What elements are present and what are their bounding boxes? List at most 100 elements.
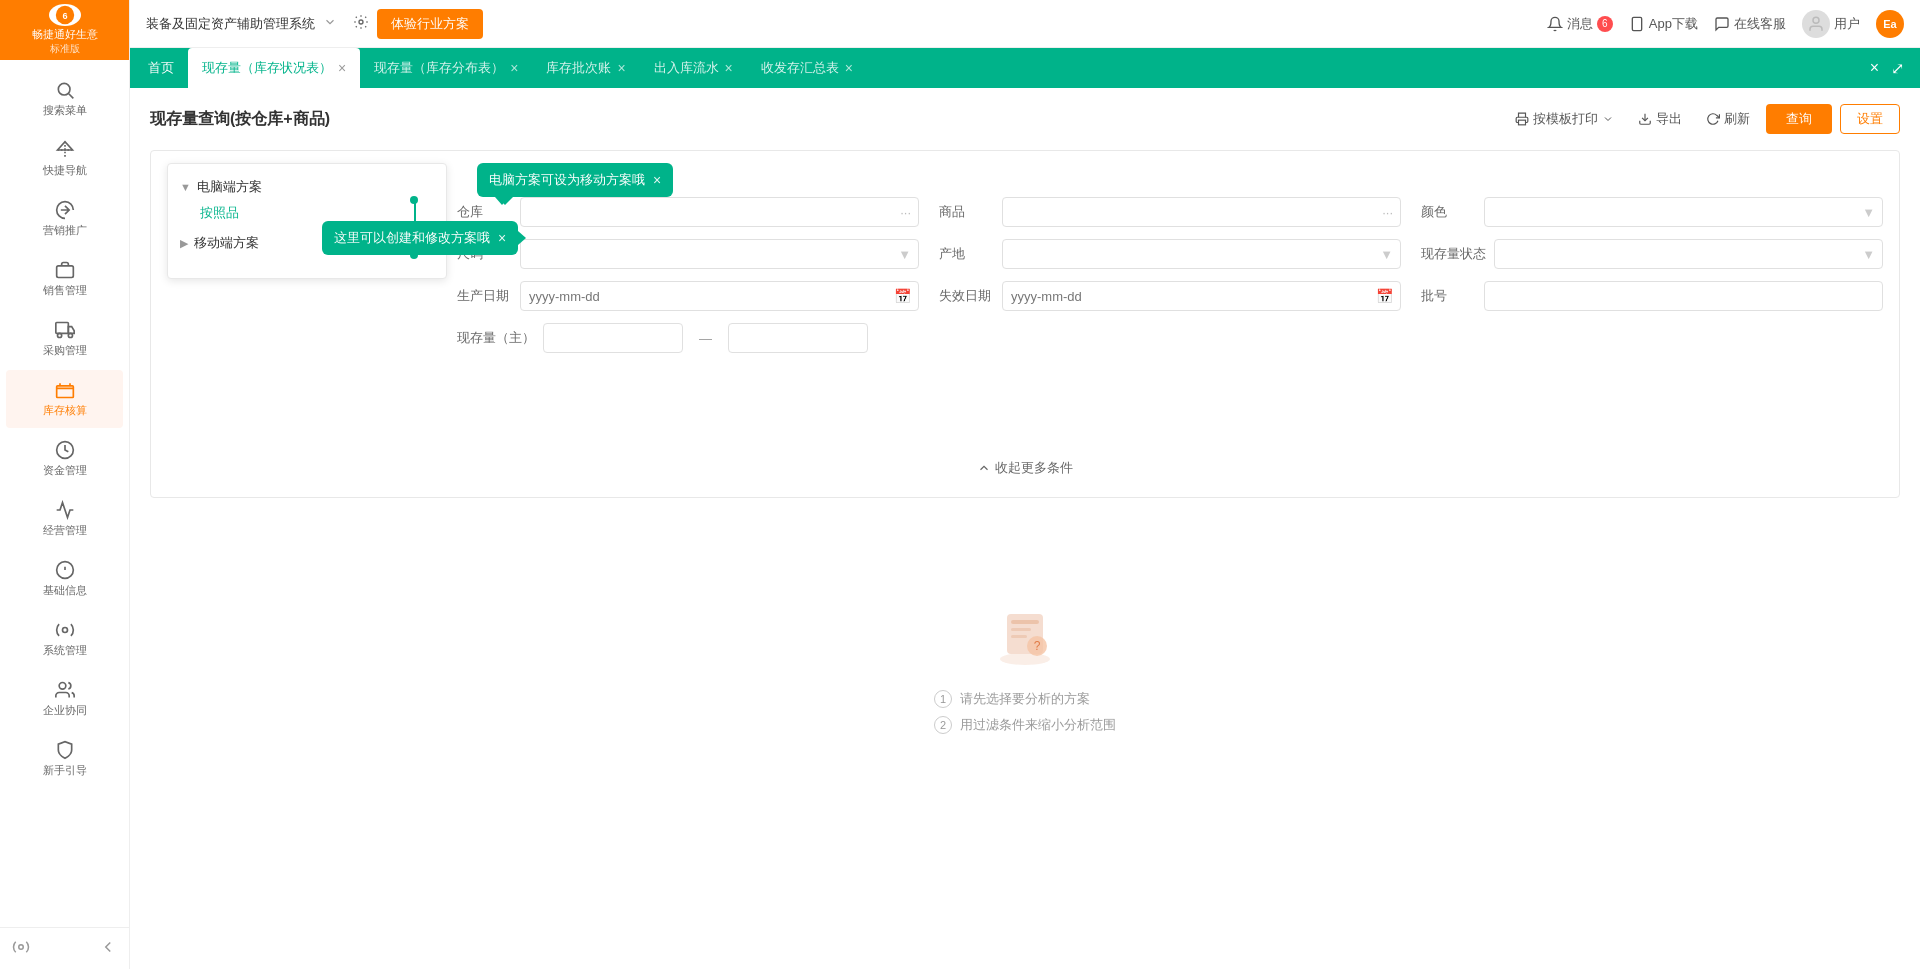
warehouse-dots[interactable]: ···	[900, 205, 911, 220]
expiry-date-calendar-icon[interactable]: 📅	[1376, 288, 1393, 304]
sidebar-item-system-label: 系统管理	[43, 643, 87, 658]
sidebar-nav: 搜索菜单 快捷导航 营销推广 销售管理 采购管理 库存核算 资金管理 经营管理	[0, 60, 129, 927]
online-support-item[interactable]: 在线客服	[1714, 15, 1786, 33]
sidebar: 6 畅捷通好生意 标准版 搜索菜单 快捷导航 营销推广 销售管理 采购管理 库存	[0, 0, 130, 969]
sidebar-item-enterprise[interactable]: 企业协同	[6, 670, 123, 728]
query-section-inner: 按以下方案查询 + ↺ ← ▼ 电脑端方案	[167, 163, 1883, 443]
tab-home[interactable]: 首页	[134, 48, 188, 88]
collapse-btn[interactable]: 收起更多条件	[167, 451, 1883, 485]
page-actions: 按模板打印 导出 刷新 查询 设置	[1507, 104, 1900, 134]
collapse-label: 收起更多条件	[995, 459, 1073, 477]
product-input-wrapper: ···	[1002, 197, 1401, 227]
export-label: 导出	[1656, 110, 1682, 128]
form-row-4: 现存量（主） —	[457, 323, 1883, 353]
sidebar-item-navigation[interactable]: 快捷导航	[6, 130, 123, 188]
tooltip1-close[interactable]: ×	[653, 172, 661, 188]
tab-flow-close[interactable]: ×	[725, 61, 733, 75]
origin-select[interactable]	[1002, 239, 1401, 269]
scheme-tree-pc[interactable]: ▼ 电脑端方案	[180, 174, 434, 200]
sidebar-settings-icon[interactable]	[12, 938, 30, 959]
size-select[interactable]	[520, 239, 919, 269]
sidebar-item-sales-label: 销售管理	[43, 283, 87, 298]
product-field: 商品 ···	[939, 197, 1401, 227]
stock-status-select[interactable]	[1494, 239, 1883, 269]
tab-flow[interactable]: 出入库流水 ×	[640, 48, 747, 88]
settings-icon[interactable]	[353, 14, 369, 33]
header-right: 消息 6 App下载 在线客服 用户 Ea	[1547, 10, 1904, 38]
origin-label: 产地	[939, 245, 994, 263]
system-dropdown-icon[interactable]	[323, 15, 337, 32]
content-area: 现存量查询(按仓库+商品) 按模板打印 导出 刷新 查	[130, 88, 1920, 969]
warehouse-field: 仓库 ···	[457, 197, 919, 227]
tab-inventory-status-close[interactable]: ×	[338, 61, 346, 75]
trial-button[interactable]: 体验行业方案	[377, 9, 483, 39]
stock-main-input-to[interactable]	[728, 323, 868, 353]
tab-bar: 首页 现存量（库存状况表） × 现存量（库存分布表） × 库存批次账 × 出入库…	[130, 48, 1920, 88]
sidebar-collapse-icon[interactable]	[99, 938, 117, 959]
notification-label: 消息	[1567, 15, 1593, 33]
tab-flow-label: 出入库流水	[654, 59, 719, 77]
production-date-input[interactable]	[520, 281, 919, 311]
tab-bar-actions: × ⤢	[1866, 55, 1916, 82]
tab-inventory-status[interactable]: 现存量（库存状况表） ×	[188, 48, 360, 88]
batch-input[interactable]	[1484, 281, 1883, 311]
notification-item[interactable]: 消息 6	[1547, 15, 1613, 33]
step-1-num: 1	[934, 690, 952, 708]
tab-summary[interactable]: 收发存汇总表 ×	[747, 48, 867, 88]
page-container: 现存量查询(按仓库+商品) 按模板打印 导出 刷新 查	[130, 88, 1920, 969]
tab-summary-close[interactable]: ×	[845, 61, 853, 75]
user-item[interactable]: 用户	[1802, 10, 1860, 38]
app-download-item[interactable]: App下载	[1629, 15, 1698, 33]
tab-inventory-distribution-close[interactable]: ×	[510, 61, 518, 75]
dot-top	[410, 196, 418, 204]
svg-point-15	[59, 683, 66, 690]
stock-main-input-from[interactable]	[543, 323, 683, 353]
svg-point-23	[1000, 653, 1050, 665]
sidebar-item-guide[interactable]: 新手引导	[6, 730, 123, 788]
settings-button[interactable]: 设置	[1840, 104, 1900, 134]
tab-summary-label: 收发存汇总表	[761, 59, 839, 77]
tooltip2-content: 这里可以创建和修改方案哦 ×	[322, 221, 518, 255]
sidebar-item-marketing[interactable]: 营销推广	[6, 190, 123, 248]
tab-batch-account[interactable]: 库存批次账 ×	[532, 48, 639, 88]
color-select[interactable]	[1484, 197, 1883, 227]
step-2-text: 用过滤条件来缩小分析范围	[960, 716, 1116, 734]
sidebar-item-base-info[interactable]: 基础信息	[6, 550, 123, 608]
svg-rect-26	[1011, 628, 1031, 631]
sidebar-item-sales[interactable]: 销售管理	[6, 250, 123, 308]
sidebar-item-search[interactable]: 搜索菜单	[6, 70, 123, 128]
sidebar-item-navigation-label: 快捷导航	[43, 163, 87, 178]
product-input[interactable]	[1002, 197, 1401, 227]
tooltip2-close[interactable]: ×	[498, 230, 506, 246]
logo-icon: 6	[49, 4, 81, 26]
sidebar-item-purchase[interactable]: 采购管理	[6, 310, 123, 368]
tab-inventory-distribution[interactable]: 现存量（库存分布表） ×	[360, 48, 532, 88]
refresh-btn[interactable]: 刷新	[1698, 106, 1758, 132]
tab-batch-account-close[interactable]: ×	[617, 61, 625, 75]
query-button[interactable]: 查询	[1766, 104, 1832, 134]
step-1-text: 请先选择要分析的方案	[960, 690, 1090, 708]
pc-scheme-label: 电脑端方案	[197, 178, 262, 196]
color-label: 颜色	[1421, 203, 1476, 221]
page-header: 现存量查询(按仓库+商品) 按模板打印 导出 刷新 查	[150, 104, 1900, 134]
svg-text:?: ?	[1034, 639, 1041, 653]
tab-fullscreen-icon[interactable]: ⤢	[1887, 55, 1908, 82]
production-date-calendar-icon[interactable]: 📅	[894, 288, 911, 304]
expiry-date-input[interactable]	[1002, 281, 1401, 311]
print-btn[interactable]: 按模板打印	[1507, 106, 1622, 132]
svg-point-16	[19, 945, 24, 950]
export-btn[interactable]: 导出	[1630, 106, 1690, 132]
empty-step-2: 2 用过滤条件来缩小分析范围	[934, 716, 1116, 734]
empty-steps: 1 请先选择要分析的方案 2 用过滤条件来缩小分析范围	[934, 690, 1116, 742]
sidebar-item-finance[interactable]: 资金管理	[6, 430, 123, 488]
svg-point-20	[1813, 17, 1819, 23]
sidebar-item-management[interactable]: 经营管理	[6, 490, 123, 548]
svg-point-8	[68, 333, 72, 337]
product-dots[interactable]: ···	[1382, 205, 1393, 220]
warehouse-input[interactable]	[520, 197, 919, 227]
tab-close-all-icon[interactable]: ×	[1866, 55, 1883, 81]
top-header: 装备及固定资产辅助管理系统 体验行业方案 消息 6 App下载 在线客服	[130, 0, 1920, 48]
sidebar-item-system[interactable]: 系统管理	[6, 610, 123, 668]
sidebar-item-inventory[interactable]: 库存核算	[6, 370, 123, 428]
tooltip2-text: 这里可以创建和修改方案哦	[334, 229, 490, 247]
